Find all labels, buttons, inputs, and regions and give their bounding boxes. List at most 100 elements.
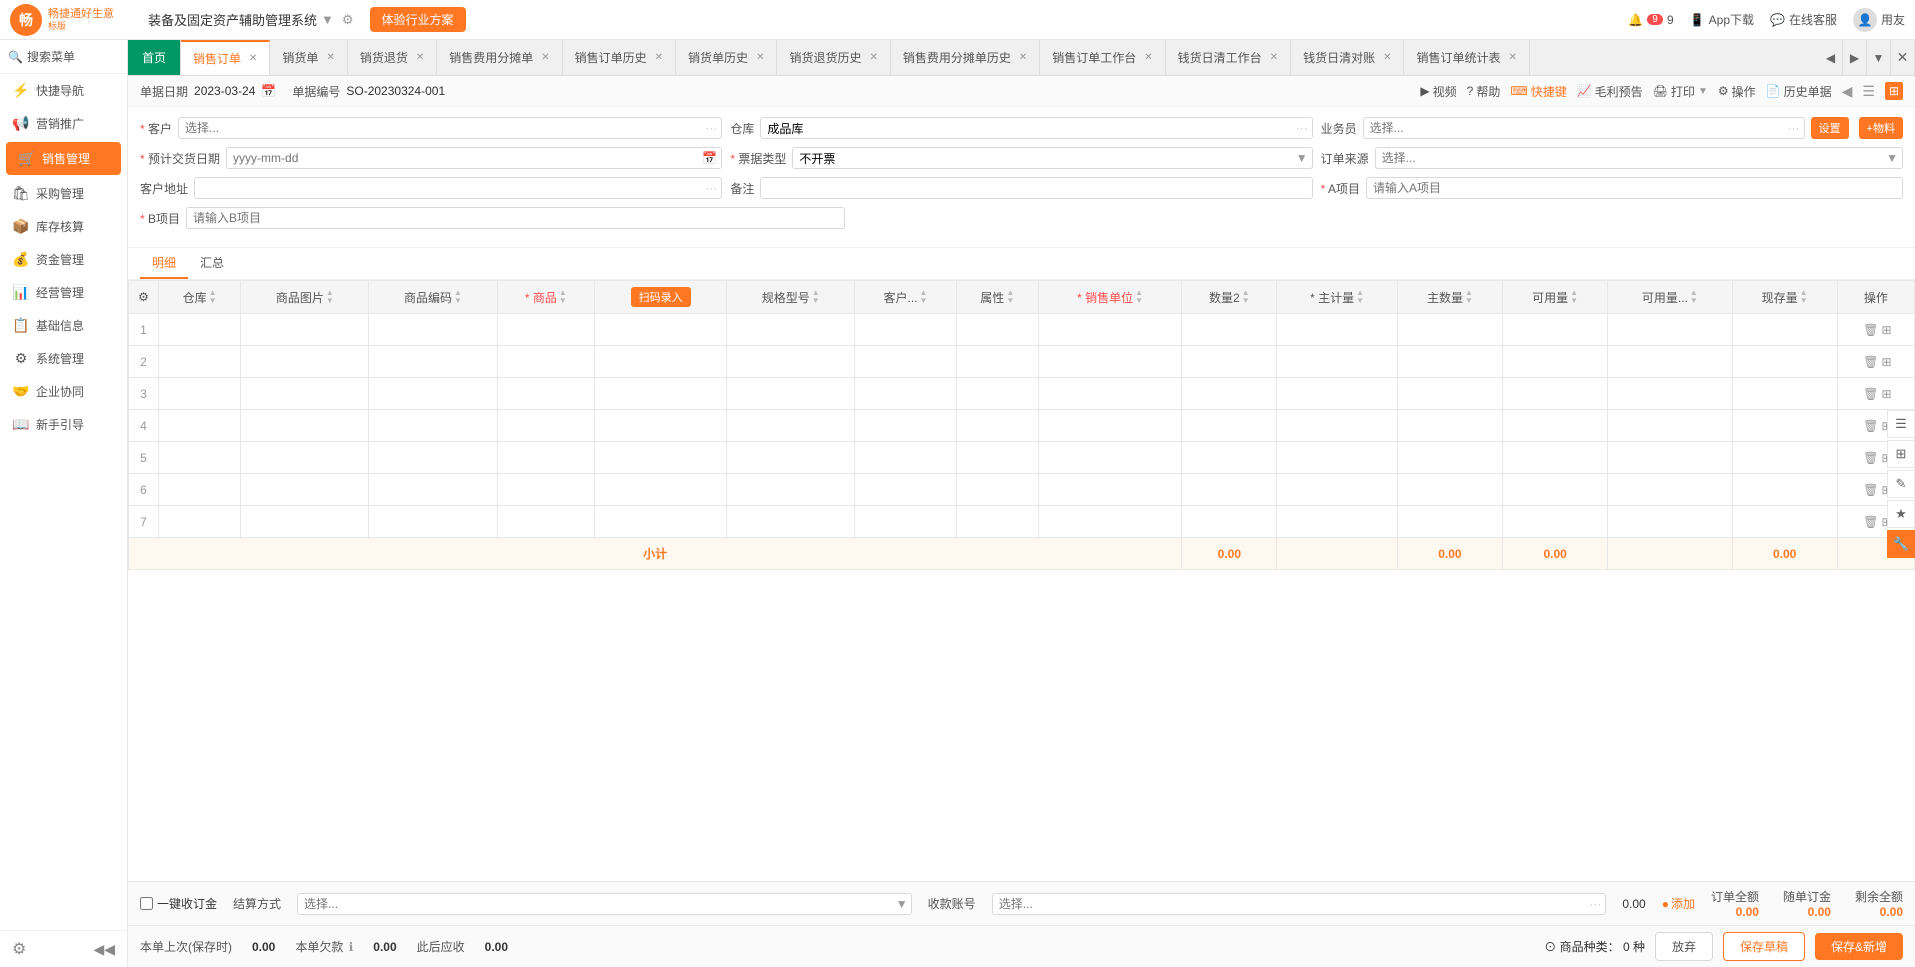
remark-input-field[interactable] xyxy=(761,178,1311,198)
a-project-input[interactable] xyxy=(1366,177,1903,199)
a-project-input-field[interactable] xyxy=(1367,178,1902,198)
quick-order-checkbox[interactable]: 一键收订金 xyxy=(140,895,217,912)
b-project-input-field[interactable] xyxy=(187,208,844,228)
add-item-button[interactable]: +物料 xyxy=(1859,117,1903,139)
customer-input[interactable]: ··· xyxy=(178,117,722,139)
history-btn[interactable]: 📄 历史单据 xyxy=(1766,83,1832,100)
table-tab-detail[interactable]: 明细 xyxy=(140,248,188,279)
tab-order-stats[interactable]: 销售订单统计表 ✕ xyxy=(1404,40,1529,76)
sidebar-settings-icon[interactable]: ⚙ xyxy=(12,939,26,959)
customer-input-field[interactable] xyxy=(179,118,701,138)
tab-order-workbench[interactable]: 销售订单工作台 ✕ xyxy=(1040,40,1165,76)
tab-sales-return[interactable]: 销货退货 ✕ xyxy=(348,40,437,76)
tab-close-expense-history[interactable]: ✕ xyxy=(1019,52,1027,63)
table-container[interactable]: ⚙ 仓库▲▼ 商品图片▲▼ 商品编码▲▼ * 商品▲▼ 扫码录入 规格型号▲▼ … xyxy=(128,280,1915,881)
quick-order-check[interactable] xyxy=(140,897,153,910)
save-new-button[interactable]: 保存&新增 xyxy=(1815,933,1903,960)
th-product-img[interactable]: 商品图片▲▼ xyxy=(241,281,369,314)
sidebar-search[interactable]: 🔍 搜索菜单 xyxy=(0,40,127,74)
tab-close-stats[interactable]: ✕ xyxy=(1509,52,1517,63)
online-service-link[interactable]: 💬 在线客服 xyxy=(1770,11,1837,28)
sidebar-item-quicknav[interactable]: ⚡ 快捷导航 xyxy=(0,74,127,107)
delivery-date-input[interactable]: 📅 xyxy=(226,147,722,169)
tab-close-all-btn[interactable]: ✕ xyxy=(1891,40,1915,76)
notification-bell[interactable]: 🔔 9 9 xyxy=(1628,13,1674,27)
row-delete-4[interactable]: 🗑 xyxy=(1863,419,1878,433)
right-panel-btn-1[interactable]: ☰ xyxy=(1887,410,1915,438)
th-current-stock[interactable]: 现存量▲▼ xyxy=(1732,281,1837,314)
tab-close-daily-clear[interactable]: ✕ xyxy=(1270,52,1278,63)
pay-method-select[interactable] xyxy=(298,894,893,914)
tab-close-sales-goods[interactable]: ✕ xyxy=(326,52,334,63)
tab-order-history[interactable]: 销售订单历史 ✕ xyxy=(563,40,676,76)
th-attr[interactable]: 属性▲▼ xyxy=(956,281,1038,314)
row-delete-3[interactable]: 🗑 xyxy=(1863,387,1878,401)
right-panel-btn-4[interactable]: ★ xyxy=(1887,500,1915,528)
row-delete-1[interactable]: 🗑 xyxy=(1863,323,1878,337)
operation-btn[interactable]: ⚙ 操作 xyxy=(1718,83,1756,100)
sidebar-item-marketing[interactable]: 📢 营销推广 xyxy=(0,107,127,140)
delivery-calendar-icon[interactable]: 📅 xyxy=(698,151,721,165)
tab-expense-history[interactable]: 销售费用分摊单历史 ✕ xyxy=(891,40,1040,76)
order-source-dropdown[interactable]: ▼ xyxy=(1882,151,1902,165)
th-scan[interactable]: 扫码录入 xyxy=(595,281,727,314)
th-main-unit[interactable]: * 主计量▲▼ xyxy=(1277,281,1398,314)
row-delete-6[interactable]: 🗑 xyxy=(1863,483,1878,497)
pay-method-dropdown[interactable]: ▼ xyxy=(893,897,911,911)
customer-dots[interactable]: ··· xyxy=(701,121,721,135)
th-spec[interactable]: 规格型号▲▼ xyxy=(727,281,855,314)
th-avail-qty[interactable]: 可用量▲▼ xyxy=(1503,281,1608,314)
address-input[interactable]: ··· xyxy=(194,177,722,199)
tab-close-order-history[interactable]: ✕ xyxy=(655,52,663,63)
view-btn[interactable]: ▶ 视频 xyxy=(1420,83,1456,100)
th-product-code[interactable]: 商品编码▲▼ xyxy=(369,281,497,314)
sidebar-item-corp[interactable]: 🤝 企业协同 xyxy=(0,375,127,408)
tab-close-return-history[interactable]: ✕ xyxy=(869,52,877,63)
tab-close-return[interactable]: ✕ xyxy=(416,52,424,63)
dropdown-icon[interactable]: ▼ xyxy=(321,12,334,27)
help-btn[interactable]: ? 帮助 xyxy=(1467,83,1501,100)
invoice-type-input[interactable] xyxy=(793,148,1291,168)
receipt-account-select[interactable] xyxy=(993,894,1586,914)
shortcut-btn[interactable]: ⌨ 快捷键 xyxy=(1510,83,1566,100)
order-source-input[interactable]: ▼ xyxy=(1375,147,1903,169)
warehouse-input[interactable]: ··· xyxy=(760,117,1312,139)
settings-icon[interactable]: ⚙ xyxy=(342,12,354,28)
order-source-input-field[interactable] xyxy=(1376,148,1882,168)
tab-return-history[interactable]: 销货退货历史 ✕ xyxy=(777,40,890,76)
sidebar-item-operation[interactable]: 📊 经营管理 xyxy=(0,276,127,309)
tab-next-btn[interactable]: ▶ xyxy=(1843,40,1867,76)
sidebar-item-guide[interactable]: 📖 新手引导 xyxy=(0,408,127,441)
right-panel-btn-2[interactable]: ⊞ xyxy=(1887,440,1915,468)
tab-sales-order[interactable]: 销售订单 ✕ xyxy=(181,40,270,76)
th-customer-attr[interactable]: 客户...▲▼ xyxy=(855,281,956,314)
add-payment-btn[interactable]: ● 添加 xyxy=(1662,895,1695,912)
profit-btn[interactable]: 📈 毛利预告 xyxy=(1577,83,1643,100)
save-draft-button[interactable]: 保存草稿 xyxy=(1723,932,1805,961)
remark-input[interactable] xyxy=(760,177,1312,199)
debt-info-icon[interactable]: ℹ xyxy=(349,940,354,954)
sidebar-item-sales[interactable]: 🛒 销售管理 xyxy=(6,142,121,175)
row-delete-2[interactable]: 🗑 xyxy=(1863,355,1878,369)
address-dots[interactable]: ··· xyxy=(701,181,721,195)
salesman-input-field[interactable] xyxy=(1364,118,1784,138)
warehouse-dots[interactable]: ··· xyxy=(1292,121,1312,135)
warehouse-input-field[interactable] xyxy=(761,118,1291,138)
invoice-dropdown-icon[interactable]: ▼ xyxy=(1292,151,1312,165)
sidebar-item-purchase[interactable]: 🛍 采购管理 xyxy=(0,177,127,210)
row-copy-1[interactable]: ⊞ xyxy=(1881,323,1891,337)
tab-expand-btn[interactable]: ▼ xyxy=(1867,40,1891,76)
invoice-type-select[interactable]: ▼ xyxy=(792,147,1312,169)
sidebar-item-system[interactable]: ⚙ 系统管理 xyxy=(0,342,127,375)
tab-goods-history[interactable]: 销货单历史 ✕ xyxy=(676,40,777,76)
th-sales-unit[interactable]: * 销售单位▲▼ xyxy=(1038,281,1181,314)
row-copy-2[interactable]: ⊞ xyxy=(1881,355,1891,369)
app-download-link[interactable]: 📱 App下载 xyxy=(1690,11,1754,28)
tab-prev-btn[interactable]: ◀ xyxy=(1819,40,1843,76)
settings-button[interactable]: 设置 xyxy=(1811,117,1849,139)
th-avail-qty2[interactable]: 可用量...▲▼ xyxy=(1608,281,1732,314)
form-list-view[interactable]: ☰ xyxy=(1862,83,1875,100)
user-avatar[interactable]: 👤 用友 xyxy=(1853,8,1905,32)
salesman-dots[interactable]: ··· xyxy=(1784,121,1804,135)
sidebar-item-inventory[interactable]: 📦 库存核算 xyxy=(0,210,127,243)
